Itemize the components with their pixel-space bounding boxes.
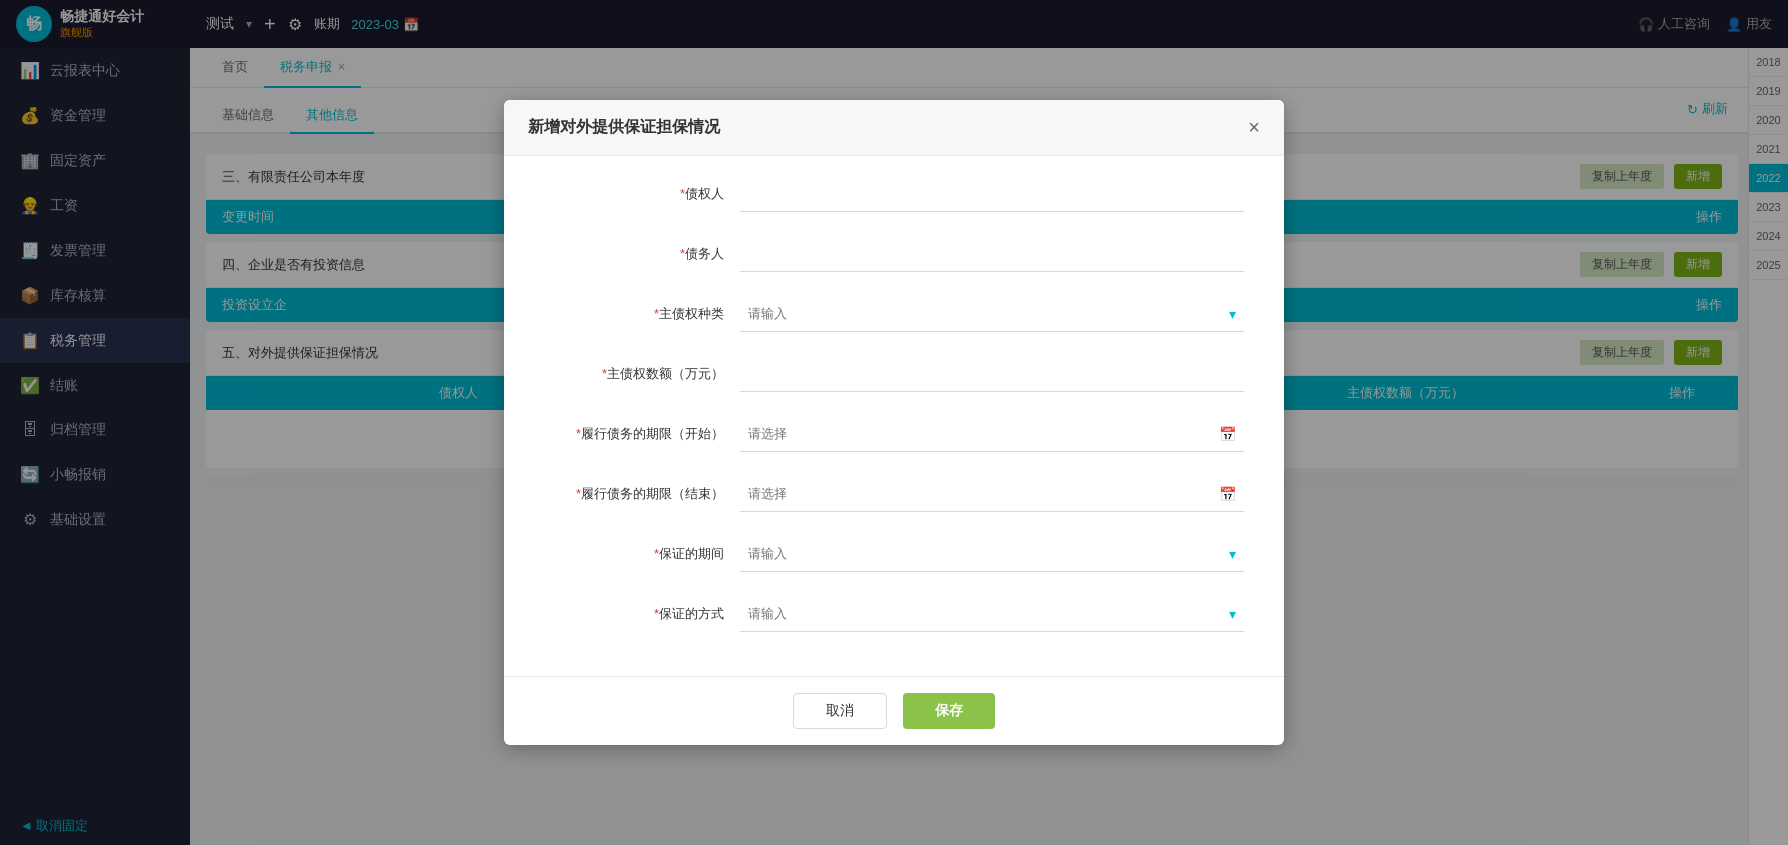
form-row-guarantee-period: *保证的期间 ▾ xyxy=(544,536,1244,572)
save-button[interactable]: 保存 xyxy=(903,693,995,729)
period-end-date-wrap: 📅 xyxy=(740,476,1244,512)
guarantee-period-label: *保证的期间 xyxy=(544,545,724,563)
modal-close-btn[interactable]: × xyxy=(1248,116,1260,139)
form-row-creditor: *债权人 xyxy=(544,176,1244,212)
cancel-button[interactable]: 取消 xyxy=(793,693,887,729)
period-start-input[interactable] xyxy=(740,416,1219,452)
claim-type-input[interactable] xyxy=(740,296,1229,332)
form-row-period-start: *履行债务的期限（开始） 📅 xyxy=(544,416,1244,452)
period-start-label: *履行债务的期限（开始） xyxy=(544,425,724,443)
claim-type-chevron-icon[interactable]: ▾ xyxy=(1229,306,1244,322)
guarantee-method-chevron-icon[interactable]: ▾ xyxy=(1229,606,1244,622)
claim-amount-input[interactable] xyxy=(740,356,1244,392)
debtor-label: *债务人 xyxy=(544,245,724,263)
modal-dialog: 新增对外提供保证担保情况 × *债权人 *债务人 *主债权种类 xyxy=(504,100,1284,745)
claim-type-label: *主债权种类 xyxy=(544,305,724,323)
guarantee-period-input[interactable] xyxy=(740,536,1229,572)
claim-amount-label: *主债权数额（万元） xyxy=(544,365,724,383)
creditor-label: *债权人 xyxy=(544,185,724,203)
guarantee-period-select-wrap: ▾ xyxy=(740,536,1244,572)
claim-type-select-wrap: ▾ xyxy=(740,296,1244,332)
form-row-guarantee-method: *保证的方式 ▾ xyxy=(544,596,1244,632)
guarantee-method-input[interactable] xyxy=(740,596,1229,632)
modal-body: *债权人 *债务人 *主债权种类 ▾ xyxy=(504,156,1284,676)
modal-title: 新增对外提供保证担保情况 xyxy=(528,117,720,138)
guarantee-method-label: *保证的方式 xyxy=(544,605,724,623)
form-row-claim-amount: *主债权数额（万元） xyxy=(544,356,1244,392)
form-row-period-end: *履行债务的期限（结束） 📅 xyxy=(544,476,1244,512)
period-end-input[interactable] xyxy=(740,476,1219,512)
guarantee-method-select-wrap: ▾ xyxy=(740,596,1244,632)
period-start-date-wrap: 📅 xyxy=(740,416,1244,452)
guarantee-period-chevron-icon[interactable]: ▾ xyxy=(1229,546,1244,562)
period-start-calendar-icon[interactable]: 📅 xyxy=(1219,426,1244,442)
form-row-claim-type: *主债权种类 ▾ xyxy=(544,296,1244,332)
period-end-label: *履行债务的期限（结束） xyxy=(544,485,724,503)
period-end-calendar-icon[interactable]: 📅 xyxy=(1219,486,1244,502)
creditor-input[interactable] xyxy=(740,176,1244,212)
modal-overlay: 新增对外提供保证担保情况 × *债权人 *债务人 *主债权种类 xyxy=(0,0,1788,845)
debtor-input[interactable] xyxy=(740,236,1244,272)
modal-header: 新增对外提供保证担保情况 × xyxy=(504,100,1284,156)
form-row-debtor: *债务人 xyxy=(544,236,1244,272)
modal-footer: 取消 保存 xyxy=(504,676,1284,745)
